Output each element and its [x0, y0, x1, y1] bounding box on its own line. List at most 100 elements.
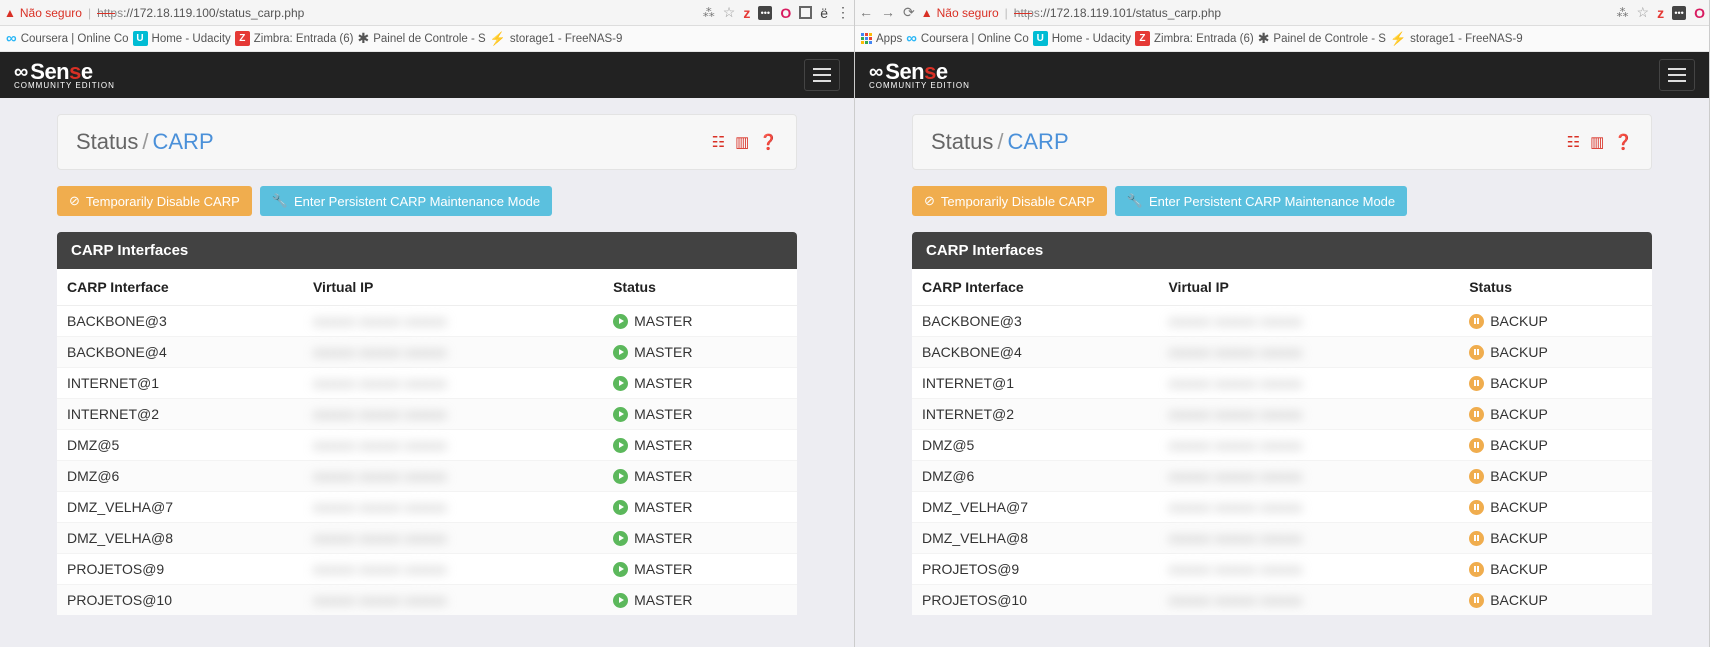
status-text: BACKUP: [1490, 530, 1548, 546]
cell-status: BACKUP: [1459, 430, 1652, 461]
cell-vip: xxxxxx xxxxxx xxxxxx: [1158, 399, 1459, 430]
menu-toggle-button[interactable]: [804, 59, 840, 91]
help-icon[interactable]: ❓: [759, 133, 778, 151]
bookmark-udacity[interactable]: UHome - Udacity: [133, 31, 231, 46]
table-row: DMZ@5xxxxxx xxxxxx xxxxxxBACKUP: [912, 430, 1652, 461]
translate-icon[interactable]: ⁂: [703, 6, 715, 20]
sliders-icon[interactable]: ☷: [712, 133, 725, 151]
back-button[interactable]: ←: [859, 4, 873, 21]
cell-vip: xxxxxx xxxxxx xxxxxx: [303, 368, 603, 399]
opera-icon[interactable]: O: [780, 5, 791, 21]
crumb-page[interactable]: CARP: [153, 129, 214, 154]
url-field[interactable]: https://172.18.119.101/status_carp.php: [1014, 6, 1611, 20]
cell-status: MASTER: [603, 430, 797, 461]
ext-icon[interactable]: •••: [758, 6, 772, 20]
bookmark-storage[interactable]: ⚡storage1 - FreeNAS-9: [1390, 31, 1523, 47]
chart-icon[interactable]: ▥: [735, 133, 749, 151]
page-body: Status/CARP ☷ ▥ ❓ ⊘Temporarily Disable C…: [855, 98, 1709, 647]
bookmark-star-icon[interactable]: ☆: [1637, 4, 1650, 21]
menu-dots-icon[interactable]: ⋮: [836, 4, 850, 21]
security-warning[interactable]: ▲ Não seguro: [4, 6, 82, 20]
crumb-root: Status: [76, 129, 138, 154]
table-row: DMZ_VELHA@8xxxxxx xxxxxx xxxxxxMASTER: [57, 523, 797, 554]
bookmark-coursera[interactable]: ∞Coursera | Online Co: [906, 30, 1029, 47]
cell-interface: DMZ_VELHA@8: [912, 523, 1158, 554]
bolt-icon: ⚡: [490, 31, 506, 47]
bookmark-zimbra[interactable]: ZZimbra: Entrada (6): [1135, 31, 1254, 46]
cell-interface: PROJETOS@10: [57, 585, 303, 616]
ext-icon[interactable]: •••: [1672, 6, 1686, 20]
bookmark-zimbra[interactable]: ZZimbra: Entrada (6): [235, 31, 354, 46]
z-extension-icon[interactable]: z: [1657, 5, 1664, 21]
status-text: BACKUP: [1490, 561, 1548, 577]
logo-subtitle: COMMUNITY EDITION: [14, 82, 115, 90]
col-vip: Virtual IP: [1158, 269, 1459, 306]
disable-carp-button[interactable]: ⊘Temporarily Disable CARP: [912, 186, 1107, 216]
forward-button[interactable]: →: [881, 4, 895, 21]
warning-icon: ▲: [4, 6, 16, 20]
bookmark-storage[interactable]: ⚡storage1 - FreeNAS-9: [490, 31, 623, 47]
bookmark-star-icon[interactable]: ☆: [723, 4, 736, 21]
status-text: MASTER: [634, 344, 692, 360]
status-text: BACKUP: [1490, 406, 1548, 422]
zimbra-icon: Z: [1135, 31, 1150, 46]
maintenance-mode-button[interactable]: 🔧Enter Persistent CARP Maintenance Mode: [1115, 186, 1407, 216]
warning-icon: ▲: [921, 6, 933, 20]
wrench-icon: 🔧: [1127, 193, 1143, 209]
breadcrumb: Status/CARP: [76, 129, 214, 155]
url-field[interactable]: https://172.18.119.100/status_carp.php: [97, 6, 697, 20]
chart-icon[interactable]: ▥: [1590, 133, 1604, 151]
cell-status: BACKUP: [1459, 492, 1652, 523]
cell-vip: xxxxxx xxxxxx xxxxxx: [303, 492, 603, 523]
status-text: MASTER: [634, 499, 692, 515]
carp-panel: CARP Interfaces CARP Interface Virtual I…: [57, 232, 797, 615]
table-row: DMZ@5xxxxxx xxxxxx xxxxxxMASTER: [57, 430, 797, 461]
col-vip: Virtual IP: [303, 269, 603, 306]
status-text: MASTER: [634, 437, 692, 453]
bookmark-painel[interactable]: ✱Painel de Controle - S: [357, 30, 485, 47]
bookmark-painel[interactable]: ✱Painel de Controle - S: [1258, 30, 1386, 47]
status-text: MASTER: [634, 406, 692, 422]
cell-interface: DMZ@6: [912, 461, 1158, 492]
app-logo[interactable]: ∞Sense COMMUNITY EDITION: [869, 61, 970, 90]
translate-icon[interactable]: ⁂: [1617, 6, 1629, 20]
bookmark-apps[interactable]: Apps: [861, 33, 902, 45]
cell-status: BACKUP: [1459, 368, 1652, 399]
status-text: MASTER: [634, 530, 692, 546]
z-extension-icon[interactable]: z: [743, 5, 750, 21]
cell-interface: BACKBONE@3: [912, 306, 1158, 337]
wrench-icon: 🔧: [272, 193, 288, 209]
security-warning[interactable]: ▲ Não seguro: [921, 6, 999, 20]
cell-interface: INTERNET@1: [57, 368, 303, 399]
logo-mark-icon: ∞: [14, 62, 28, 82]
carp-table: CARP Interface Virtual IP Status BACKBON…: [912, 269, 1652, 615]
cell-vip: xxxxxx xxxxxx xxxxxx: [1158, 337, 1459, 368]
cell-status: MASTER: [603, 523, 797, 554]
cell-status: MASTER: [603, 399, 797, 430]
disable-carp-button[interactable]: ⊘Temporarily Disable CARP: [57, 186, 252, 216]
browser-window-right: ← → ⟳ ▲ Não seguro | https://172.18.119.…: [855, 0, 1710, 647]
cell-vip: xxxxxx xxxxxx xxxxxx: [303, 523, 603, 554]
cell-vip: xxxxxx xxxxxx xxxxxx: [1158, 306, 1459, 337]
bookmark-coursera[interactable]: ∞Coursera | Online Co: [6, 30, 129, 47]
maintenance-mode-button[interactable]: 🔧Enter Persistent CARP Maintenance Mode: [260, 186, 552, 216]
app-logo[interactable]: ∞Sense COMMUNITY EDITION: [14, 61, 115, 90]
crumb-page[interactable]: CARP: [1008, 129, 1069, 154]
help-icon[interactable]: ❓: [1614, 133, 1633, 151]
page-body: Status/CARP ☷ ▥ ❓ ⊘Temporarily Disable C…: [0, 98, 854, 647]
sliders-icon[interactable]: ☷: [1567, 133, 1580, 151]
play-icon: [613, 562, 628, 577]
pause-icon: [1469, 593, 1484, 608]
carp-table: CARP Interface Virtual IP Status BACKBON…: [57, 269, 797, 615]
table-row: INTERNET@2xxxxxx xxxxxx xxxxxxBACKUP: [912, 399, 1652, 430]
bookmark-udacity[interactable]: UHome - Udacity: [1033, 31, 1131, 46]
cell-status: MASTER: [603, 554, 797, 585]
reload-button[interactable]: ⟳: [903, 4, 915, 21]
eye-icon[interactable]: ë: [820, 5, 828, 21]
cell-vip: xxxxxx xxxxxx xxxxxx: [1158, 430, 1459, 461]
opera-icon[interactable]: O: [1694, 5, 1705, 21]
nav-arrows: ← → ⟳: [859, 4, 915, 21]
square-icon[interactable]: [799, 6, 812, 19]
menu-toggle-button[interactable]: [1659, 59, 1695, 91]
cell-status: MASTER: [603, 461, 797, 492]
